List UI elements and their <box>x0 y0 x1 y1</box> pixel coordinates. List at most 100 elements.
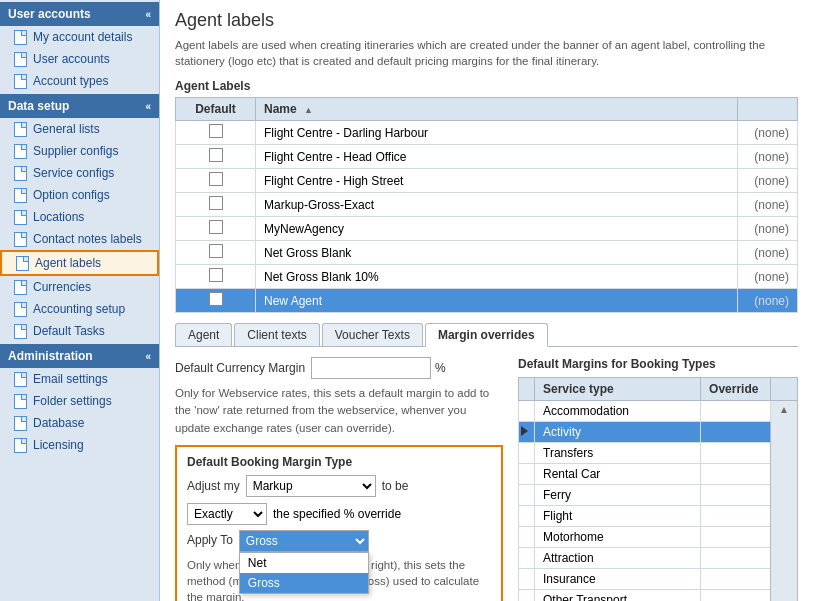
sidebar-item-user-accounts[interactable]: User accounts <box>0 48 159 70</box>
table-row[interactable]: Flight Centre - Darling Harbour (none) <box>176 121 798 145</box>
sidebar-item-database[interactable]: Database <box>0 412 159 434</box>
sidebar-item-accounting-setup[interactable]: Accounting setup <box>0 298 159 320</box>
sidebar-item-label: Account types <box>33 74 108 88</box>
service-type: Flight <box>535 506 701 527</box>
page-icon <box>12 187 28 203</box>
page-icon <box>12 231 28 247</box>
sidebar-section-administration[interactable]: Administration« <box>0 344 159 368</box>
page-icon <box>12 437 28 453</box>
checkbox-cell[interactable] <box>176 193 256 217</box>
booking-row[interactable]: Rental Car <box>519 464 798 485</box>
table-row[interactable]: Flight Centre - High Street (none) <box>176 169 798 193</box>
adjust-my-row: Adjust my Markup Commission Gross to be … <box>187 475 491 525</box>
sidebar-item-account-types[interactable]: Account types <box>0 70 159 92</box>
tab-voucher-texts[interactable]: Voucher Texts <box>322 323 423 346</box>
sidebar-item-label: Contact notes labels <box>33 232 142 246</box>
sidebar-item-general-lists[interactable]: General lists <box>0 118 159 140</box>
sidebar-item-option-configs[interactable]: Option configs <box>0 184 159 206</box>
booking-row[interactable]: Ferry <box>519 485 798 506</box>
agent-labels-label: Agent Labels <box>175 79 798 93</box>
checkbox-cell[interactable] <box>176 217 256 241</box>
table-row[interactable]: New Agent (none) <box>176 289 798 313</box>
sidebar-item-label: Database <box>33 416 84 430</box>
sort-icon: ▲ <box>304 105 313 115</box>
sidebar-section-data-setup[interactable]: Data setup« <box>0 94 159 118</box>
col-scroll-header <box>771 378 798 401</box>
booking-margin-title: Default Booking Margin Type <box>187 455 491 469</box>
booking-row[interactable]: Transfers <box>519 443 798 464</box>
agent-name: New Agent <box>256 289 738 313</box>
override-cell <box>701 443 771 464</box>
page-icon <box>12 143 28 159</box>
dd-item-net[interactable]: Net <box>240 553 368 573</box>
table-row[interactable]: MyNewAgency (none) <box>176 217 798 241</box>
dd-item-gross[interactable]: Gross <box>240 573 368 593</box>
sidebar-item-currencies[interactable]: Currencies <box>0 276 159 298</box>
override-cell <box>701 527 771 548</box>
sidebar-item-label: Folder settings <box>33 394 112 408</box>
booking-types-title: Default Margins for Booking Types <box>518 357 798 371</box>
sidebar-item-label: Locations <box>33 210 84 224</box>
booking-row[interactable]: Activity <box>519 422 798 443</box>
page-icon <box>12 323 28 339</box>
page-icon <box>12 415 28 431</box>
checkbox-cell[interactable] <box>176 145 256 169</box>
tabs: AgentClient textsVoucher TextsMargin ove… <box>175 323 798 347</box>
apply-to-dropdown[interactable]: Net Gross <box>239 552 369 594</box>
sidebar-item-default-tasks[interactable]: Default Tasks <box>0 320 159 342</box>
override-cell <box>701 422 771 443</box>
sidebar-item-licensing[interactable]: Licensing <box>0 434 159 456</box>
agent-name: MyNewAgency <box>256 217 738 241</box>
page-icon <box>12 209 28 225</box>
scroll-bar[interactable]: ▲ <box>771 401 798 601</box>
page-description: Agent labels are used when creating itin… <box>175 37 798 69</box>
sidebar-item-contact-notes[interactable]: Contact notes labels <box>0 228 159 250</box>
sidebar-item-agent-labels[interactable]: Agent labels <box>0 250 159 276</box>
default-currency-margin-label: Default Currency Margin <box>175 361 305 375</box>
page-icon <box>12 371 28 387</box>
checkbox-cell[interactable] <box>176 265 256 289</box>
apply-to-label: Apply To <box>187 533 233 547</box>
booking-row[interactable]: Attraction <box>519 548 798 569</box>
tab-agent[interactable]: Agent <box>175 323 232 346</box>
agent-table: Default Name ▲ Flight Centre - Darling H… <box>175 97 798 313</box>
checkbox-cell[interactable] <box>176 241 256 265</box>
table-row[interactable]: Markup-Gross-Exact (none) <box>176 193 798 217</box>
default-currency-margin-input[interactable] <box>311 357 431 379</box>
sidebar-item-folder-settings[interactable]: Folder settings <box>0 390 159 412</box>
booking-row[interactable]: Motorhome <box>519 527 798 548</box>
page-icon <box>14 255 30 271</box>
sidebar-item-label: Default Tasks <box>33 324 105 338</box>
booking-table-body: Accommodation ▲ Activity Transfers Renta… <box>519 401 798 601</box>
override-cell <box>701 569 771 590</box>
booking-row[interactable]: Other Transport <box>519 590 798 601</box>
table-row[interactable]: Net Gross Blank (none) <box>176 241 798 265</box>
table-row[interactable]: Flight Centre - Head Office (none) <box>176 145 798 169</box>
sidebar-item-label: Licensing <box>33 438 84 452</box>
sidebar-item-supplier-configs[interactable]: Supplier configs <box>0 140 159 162</box>
booking-row[interactable]: Accommodation ▲ <box>519 401 798 422</box>
checkbox-cell[interactable] <box>176 169 256 193</box>
sidebar-item-service-configs[interactable]: Service configs <box>0 162 159 184</box>
table-row[interactable]: Net Gross Blank 10% (none) <box>176 265 798 289</box>
agent-name: Flight Centre - Head Office <box>256 145 738 169</box>
tab-client-texts[interactable]: Client texts <box>234 323 319 346</box>
sidebar-item-email-settings[interactable]: Email settings <box>0 368 159 390</box>
adjust-my-select[interactable]: Markup Commission Gross <box>246 475 376 497</box>
apply-to-select[interactable]: Gross <box>239 530 369 552</box>
sidebar-section-user-accounts[interactable]: User accounts« <box>0 2 159 26</box>
to-be-select[interactable]: Exactly At least <box>187 503 267 525</box>
page-icon <box>12 393 28 409</box>
page-icon <box>12 121 28 137</box>
agent-extra: (none) <box>738 121 798 145</box>
sidebar-item-my-account[interactable]: My account details <box>0 26 159 48</box>
checkbox-cell[interactable] <box>176 289 256 313</box>
booking-row[interactable]: Insurance <box>519 569 798 590</box>
tab-margin-overrides[interactable]: Margin overrides <box>425 323 548 347</box>
checkbox-cell[interactable] <box>176 121 256 145</box>
sidebar-item-label: Email settings <box>33 372 108 386</box>
booking-row[interactable]: Flight <box>519 506 798 527</box>
sidebar-item-locations[interactable]: Locations <box>0 206 159 228</box>
agent-name: Net Gross Blank <box>256 241 738 265</box>
agent-name: Flight Centre - High Street <box>256 169 738 193</box>
